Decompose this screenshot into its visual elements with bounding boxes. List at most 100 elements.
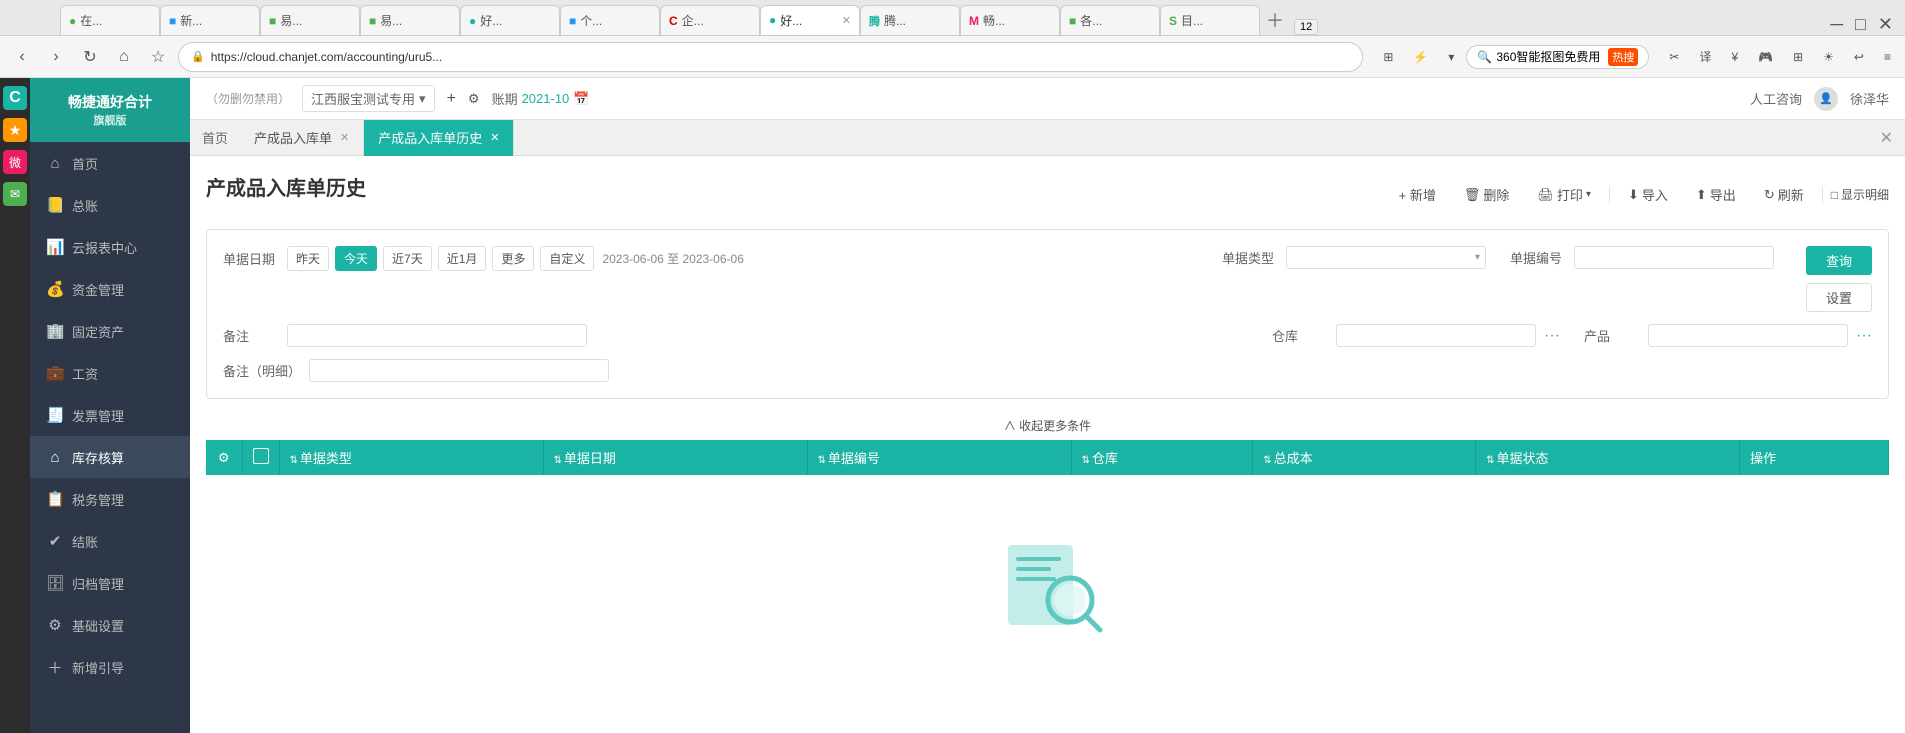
- show-cols-icon: □: [1831, 188, 1838, 202]
- sidebar-item-payroll[interactable]: 💼 工资: [30, 352, 190, 394]
- breadcrumb-home[interactable]: 首页: [190, 128, 240, 147]
- print-button[interactable]: 🖨 打印 ▾: [1527, 181, 1601, 208]
- consult-button[interactable]: 人工咨询: [1750, 89, 1802, 108]
- currency-button[interactable]: ¥: [1725, 48, 1744, 66]
- remark-input[interactable]: [287, 324, 587, 347]
- delete-button[interactable]: 🗑 删除: [1454, 181, 1520, 208]
- page-tab-history[interactable]: 产成品入库单历史 ✕: [364, 120, 514, 156]
- sidebar-item-ledger[interactable]: 📒 总账: [30, 184, 190, 226]
- maximize-icon[interactable]: □: [1855, 14, 1866, 35]
- date-btn-more[interactable]: 更多: [492, 246, 534, 271]
- tab-畅[interactable]: M 畅...: [960, 5, 1060, 35]
- import-button[interactable]: ⬇ 导入: [1618, 181, 1678, 208]
- collapse-button[interactable]: ∧ 收起更多条件: [206, 411, 1889, 440]
- minimize-icon[interactable]: ─: [1830, 14, 1843, 35]
- undo-button[interactable]: ↩: [1848, 48, 1870, 66]
- company-settings-icon[interactable]: ⚙: [468, 91, 480, 107]
- th-warehouse[interactable]: ⇅仓库: [1071, 440, 1253, 475]
- scissors-button[interactable]: ✂: [1663, 48, 1685, 66]
- product-input[interactable]: [1648, 324, 1848, 347]
- th-status[interactable]: ⇅单据状态: [1476, 440, 1740, 475]
- dock-mail[interactable]: ✉: [3, 182, 27, 206]
- sidebar-item-new-entry[interactable]: ＋ 新增引导: [30, 646, 190, 688]
- sidebar-item-home[interactable]: ⌂ 首页: [30, 142, 190, 184]
- tab-目[interactable]: S 目...: [1160, 5, 1260, 35]
- sidebar-item-fixed[interactable]: 🏢 固定资产: [30, 310, 190, 352]
- sidebar-item-tax[interactable]: 📋 税务管理: [30, 478, 190, 520]
- bookmark-button[interactable]: ☆: [144, 43, 172, 71]
- warehouse-dots-icon[interactable]: ···: [1544, 327, 1560, 345]
- sidebar-item-archive[interactable]: 🗄 归档管理: [30, 562, 190, 604]
- url-bar[interactable]: 🔒 https://cloud.chanjet.com/accounting/u…: [178, 42, 1363, 72]
- add-company-button[interactable]: +: [447, 90, 456, 108]
- tab-好2[interactable]: ● 好... ✕: [760, 5, 860, 35]
- warehouse-input[interactable]: [1336, 324, 1536, 347]
- refresh-button[interactable]: ↻ 刷新: [1754, 181, 1814, 208]
- close-main-button[interactable]: ✕: [1868, 128, 1905, 148]
- sidebar-item-invoice[interactable]: 🧾 发票管理: [30, 394, 190, 436]
- page-tab-history-close[interactable]: ✕: [490, 131, 499, 144]
- home-button[interactable]: ⌂: [110, 43, 138, 71]
- add-button[interactable]: + 新增: [1389, 181, 1446, 208]
- date-btn-1month[interactable]: 近1月: [438, 246, 487, 271]
- extensions-button[interactable]: ⊞: [1377, 48, 1399, 66]
- date-btn-today[interactable]: 今天: [335, 246, 377, 271]
- sidebar-item-report[interactable]: 📊 云报表中心: [30, 226, 190, 268]
- tab-close-好2[interactable]: ✕: [842, 14, 851, 27]
- tab-易2[interactable]: ■ 易...: [360, 5, 460, 35]
- tab-企[interactable]: C 企...: [660, 5, 760, 35]
- dock-logo[interactable]: C: [3, 86, 27, 110]
- table-settings-icon[interactable]: ⚙: [218, 450, 230, 465]
- grid-button[interactable]: ⊞: [1787, 48, 1809, 66]
- th-cost[interactable]: ⇅总成本: [1253, 440, 1476, 475]
- calendar-icon[interactable]: 📅: [573, 91, 589, 107]
- date-btn-7days[interactable]: 近7天: [383, 246, 432, 271]
- set-button[interactable]: 设置: [1806, 283, 1872, 312]
- page-tab-list-close[interactable]: ✕: [340, 131, 349, 144]
- refresh-button[interactable]: ↻: [76, 43, 104, 71]
- sidebar-item-settings[interactable]: ⚙ 基础设置: [30, 604, 190, 646]
- sidebar-item-inventory[interactable]: ⌂ 库存核算: [30, 436, 190, 478]
- close-icon[interactable]: ✕: [1878, 14, 1893, 35]
- th-checkbox[interactable]: [242, 440, 279, 475]
- game-button[interactable]: 🎮: [1752, 48, 1779, 66]
- product-dots-icon[interactable]: ···: [1856, 327, 1872, 345]
- th-settings[interactable]: ⚙: [206, 440, 242, 475]
- select-all-checkbox[interactable]: [253, 448, 269, 464]
- date-btn-yesterday[interactable]: 昨天: [287, 246, 329, 271]
- detail-remark-input[interactable]: [309, 359, 609, 382]
- tab-个[interactable]: ■ 个...: [560, 5, 660, 35]
- tab-在[interactable]: ● 在...: [60, 5, 160, 35]
- company-select[interactable]: 江西服宝测试专用 ▾: [302, 85, 435, 112]
- export-button[interactable]: ⬆ 导出: [1686, 181, 1746, 208]
- sidebar-item-settle[interactable]: ✔ 结账: [30, 520, 190, 562]
- th-type[interactable]: ⇅单据类型: [279, 440, 543, 475]
- type-select[interactable]: [1286, 246, 1486, 269]
- page-tab-list[interactable]: 产成品入库单 ✕: [240, 120, 364, 156]
- tab-add-button[interactable]: ＋: [1260, 5, 1290, 35]
- no-filter-input[interactable]: [1574, 246, 1774, 269]
- back-button[interactable]: ‹: [8, 43, 36, 71]
- tab-各[interactable]: ■ 各...: [1060, 5, 1160, 35]
- tab-好1[interactable]: ● 好...: [460, 5, 560, 35]
- translate-button[interactable]: 译: [1693, 46, 1717, 67]
- search-bar[interactable]: 🔍 360智能抠图免费用 热搜: [1466, 45, 1649, 69]
- show-cols-button[interactable]: □ 显示明细: [1831, 186, 1889, 203]
- date-btn-custom[interactable]: 自定义: [540, 246, 594, 271]
- dropdown-button[interactable]: ▾: [1442, 48, 1460, 66]
- tab-新[interactable]: ■ 新...: [160, 5, 260, 35]
- theme-button[interactable]: ☀: [1817, 48, 1840, 66]
- query-button[interactable]: 查询: [1806, 246, 1872, 275]
- tab-icon-新: ■: [169, 14, 176, 28]
- th-no[interactable]: ⇅单据编号: [807, 440, 1071, 475]
- app-name: 畅捷通好合计: [68, 92, 152, 112]
- th-date[interactable]: ⇅单据日期: [543, 440, 807, 475]
- forward-button[interactable]: ›: [42, 43, 70, 71]
- dock-star[interactable]: ★: [3, 118, 27, 142]
- lightning-button[interactable]: ⚡: [1407, 48, 1434, 66]
- dock-weibo[interactable]: 微: [3, 150, 27, 174]
- menu-button[interactable]: ≡: [1878, 48, 1897, 66]
- tab-腾[interactable]: 腾 腾...: [860, 5, 960, 35]
- sidebar-item-finance[interactable]: 💰 资金管理: [30, 268, 190, 310]
- tab-易1[interactable]: ■ 易...: [260, 5, 360, 35]
